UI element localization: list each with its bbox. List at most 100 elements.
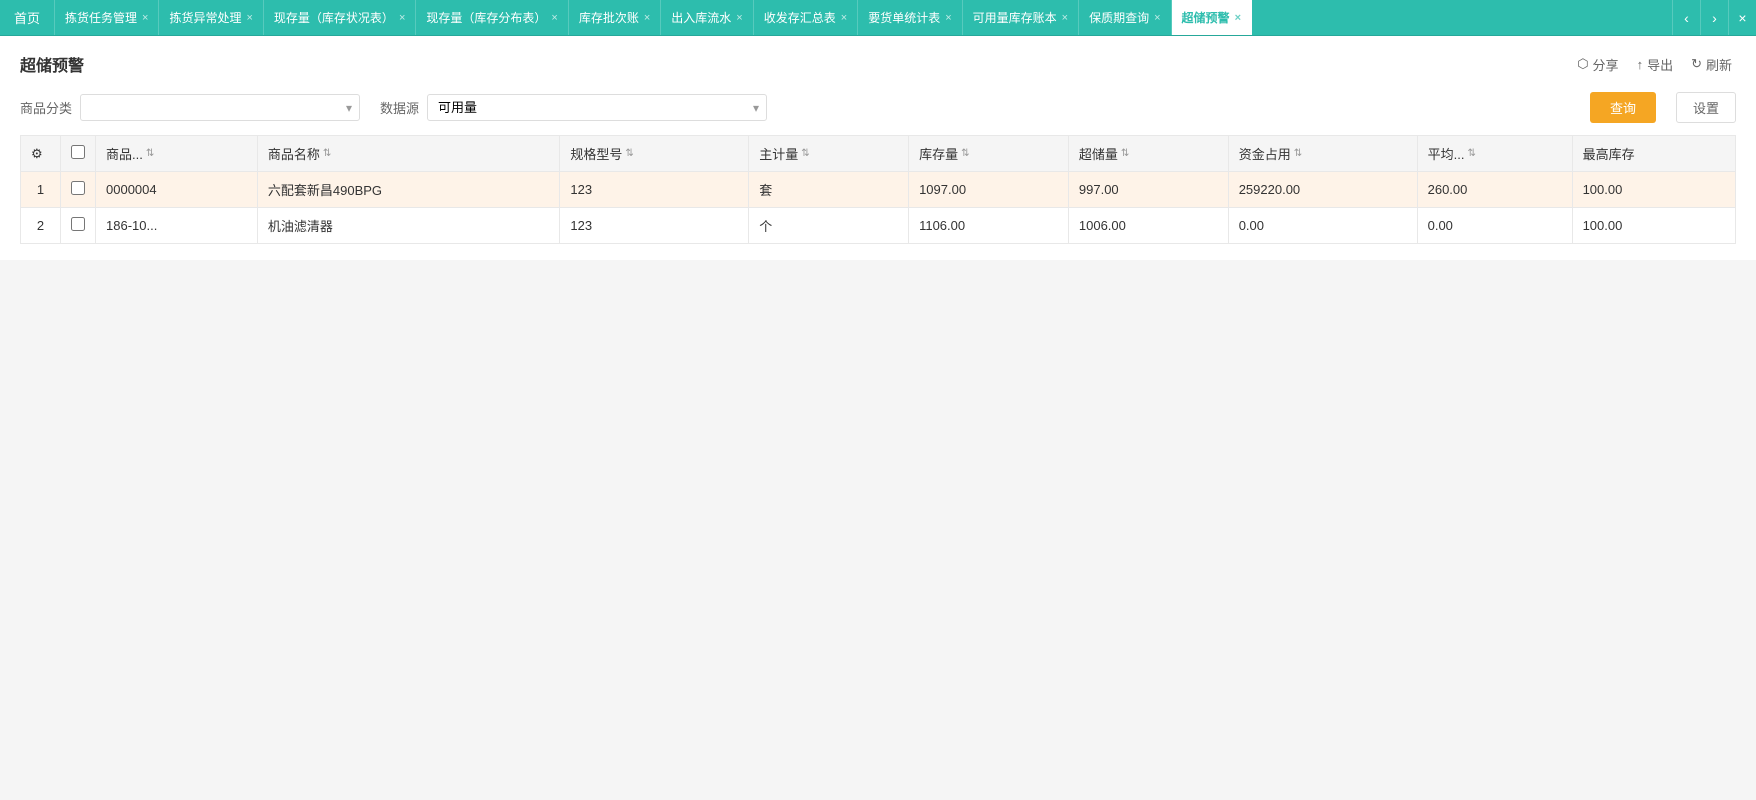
nav-tab-close-10[interactable]: ×: [1154, 12, 1160, 24]
nav-tab-close-1[interactable]: ×: [142, 12, 148, 24]
row-checkbox-0[interactable]: [61, 172, 96, 208]
nav-tab-9[interactable]: 可用量库存账本 ×: [963, 0, 1079, 36]
row-check-1[interactable]: [71, 217, 85, 231]
th-checkbox[interactable]: [61, 136, 96, 172]
nav-prev-btn[interactable]: ‹: [1672, 0, 1700, 36]
th-unit[interactable]: 主计量 ⇅: [749, 136, 909, 172]
nav-tab-close-3[interactable]: ×: [399, 12, 405, 24]
row-spec-0: 123: [560, 172, 749, 208]
select-all-checkbox[interactable]: [71, 145, 85, 159]
nav-tab-4[interactable]: 现存量（库存分布表） ×: [416, 0, 568, 36]
th-product-name-label: 商品名称: [268, 144, 320, 163]
nav-tab-label-5: 库存批次账: [579, 9, 639, 26]
th-spec-label: 规格型号: [570, 144, 622, 163]
refresh-label: 刷新: [1706, 55, 1732, 74]
row-capital-0: 259220.00: [1228, 172, 1417, 208]
nav-tab-11[interactable]: 超储预警 ×: [1172, 0, 1252, 36]
nav-tab-10[interactable]: 保质期查询 ×: [1079, 0, 1171, 36]
header-actions: ⬡ 分享 ↑ 导出 ↻ 刷新: [1573, 53, 1736, 76]
nav-tab-close-9[interactable]: ×: [1062, 12, 1068, 24]
row-index-1: 2: [21, 208, 61, 244]
table-row: 1 0000004 六配套新昌490BPG 123 套 1097.00 997.…: [21, 172, 1736, 208]
table-header-row: ⚙ 商品... ⇅ 商品名称 ⇅: [21, 136, 1736, 172]
row-checkbox-1[interactable]: [61, 208, 96, 244]
row-unit-0: 套: [749, 172, 909, 208]
nav-tab-close-5[interactable]: ×: [644, 12, 650, 24]
filter-category: 商品分类: [20, 94, 360, 121]
th-max-stock[interactable]: 最高库存: [1572, 136, 1735, 172]
nav-tab-label-9: 可用量库存账本: [973, 9, 1057, 26]
refresh-button[interactable]: ↻ 刷新: [1687, 53, 1736, 76]
row-stock-1: 1106.00: [909, 208, 1069, 244]
sort-icon-avg: ⇅: [1467, 148, 1475, 159]
datasource-label: 数据源: [380, 98, 419, 117]
nav-tab-close-6[interactable]: ×: [736, 12, 742, 24]
data-table: ⚙ 商品... ⇅ 商品名称 ⇅: [20, 135, 1736, 244]
nav-tab-label-3: 现存量（库存状况表）: [274, 9, 394, 26]
sort-icon-product-name: ⇅: [323, 148, 331, 159]
row-avg-1: 0.00: [1417, 208, 1572, 244]
sort-icon-product-code: ⇅: [146, 148, 154, 159]
export-icon: ↑: [1637, 57, 1644, 72]
th-stock-label: 库存量: [919, 144, 958, 163]
nav-tab-label-6: 出入库流水: [671, 9, 731, 26]
th-max-stock-label: 最高库存: [1583, 144, 1635, 163]
row-check-0[interactable]: [71, 181, 85, 195]
filter-datasource: 数据源 可用量: [380, 94, 767, 121]
export-label: 导出: [1647, 55, 1673, 74]
th-unit-label: 主计量: [759, 144, 798, 163]
share-button[interactable]: ⬡ 分享: [1573, 53, 1622, 76]
sort-icon-unit: ⇅: [801, 148, 809, 159]
th-gear[interactable]: ⚙: [21, 136, 61, 172]
category-label: 商品分类: [20, 98, 72, 117]
nav-close-btn[interactable]: ×: [1728, 0, 1756, 36]
nav-tab-close-11[interactable]: ×: [1235, 12, 1241, 24]
row-product-name-1: 机油滤清器: [257, 208, 559, 244]
row-index-0: 1: [21, 172, 61, 208]
refresh-icon: ↻: [1691, 56, 1702, 72]
th-spec[interactable]: 规格型号 ⇅: [560, 136, 749, 172]
nav-tab-label-2: 拣货异常处理: [169, 9, 241, 26]
nav-tab-close-8[interactable]: ×: [945, 12, 951, 24]
row-stock-0: 1097.00: [909, 172, 1069, 208]
row-product-code-0: 0000004: [96, 172, 258, 208]
table-row: 2 186-10... 机油滤清器 123 个 1106.00 1006.00 …: [21, 208, 1736, 244]
sort-icon-spec: ⇅: [625, 148, 633, 159]
category-select[interactable]: [80, 94, 360, 121]
nav-tab-7[interactable]: 收发存汇总表 ×: [754, 0, 858, 36]
nav-tab-6[interactable]: 出入库流水 ×: [661, 0, 753, 36]
th-stock[interactable]: 库存量 ⇅: [909, 136, 1069, 172]
th-product-name[interactable]: 商品名称 ⇅: [257, 136, 559, 172]
page-title: 超储预警: [20, 52, 84, 76]
nav-home[interactable]: 首页: [0, 0, 55, 36]
query-button[interactable]: 查询: [1590, 92, 1656, 123]
nav-arrows: ‹ › ×: [1672, 0, 1756, 36]
datasource-select-wrapper: 可用量: [427, 94, 767, 121]
nav-tab-5[interactable]: 库存批次账 ×: [569, 0, 661, 36]
top-nav: 首页 拣货任务管理 × 拣货异常处理 × 现存量（库存状况表） × 现存量（库存…: [0, 0, 1756, 36]
datasource-select[interactable]: 可用量: [427, 94, 767, 121]
export-button[interactable]: ↑ 导出: [1633, 53, 1678, 76]
th-capital[interactable]: 资金占用 ⇅: [1228, 136, 1417, 172]
th-product-code[interactable]: 商品... ⇅: [96, 136, 258, 172]
page-header: 超储预警 ⬡ 分享 ↑ 导出 ↻ 刷新: [20, 52, 1736, 76]
nav-tab-2[interactable]: 拣货异常处理 ×: [159, 0, 263, 36]
nav-tab-label-4: 现存量（库存分布表）: [426, 9, 546, 26]
row-product-code-1: 186-10...: [96, 208, 258, 244]
settings-button[interactable]: 设置: [1676, 92, 1736, 123]
th-avg[interactable]: 平均... ⇅: [1417, 136, 1572, 172]
nav-tab-3[interactable]: 现存量（库存状况表） ×: [264, 0, 416, 36]
sort-icon-stock: ⇅: [961, 148, 969, 159]
category-select-wrapper: [80, 94, 360, 121]
nav-tab-8[interactable]: 要货单统计表 ×: [858, 0, 962, 36]
nav-tab-close-2[interactable]: ×: [246, 12, 252, 24]
th-overstock-label: 超储量: [1079, 144, 1118, 163]
th-overstock[interactable]: 超储量 ⇅: [1068, 136, 1228, 172]
nav-tab-label-10: 保质期查询: [1089, 9, 1149, 26]
nav-tab-1[interactable]: 拣货任务管理 ×: [55, 0, 159, 36]
th-avg-label: 平均...: [1428, 144, 1465, 163]
nav-tab-close-4[interactable]: ×: [551, 12, 557, 24]
nav-tab-close-7[interactable]: ×: [841, 12, 847, 24]
row-unit-1: 个: [749, 208, 909, 244]
nav-next-btn[interactable]: ›: [1700, 0, 1728, 36]
